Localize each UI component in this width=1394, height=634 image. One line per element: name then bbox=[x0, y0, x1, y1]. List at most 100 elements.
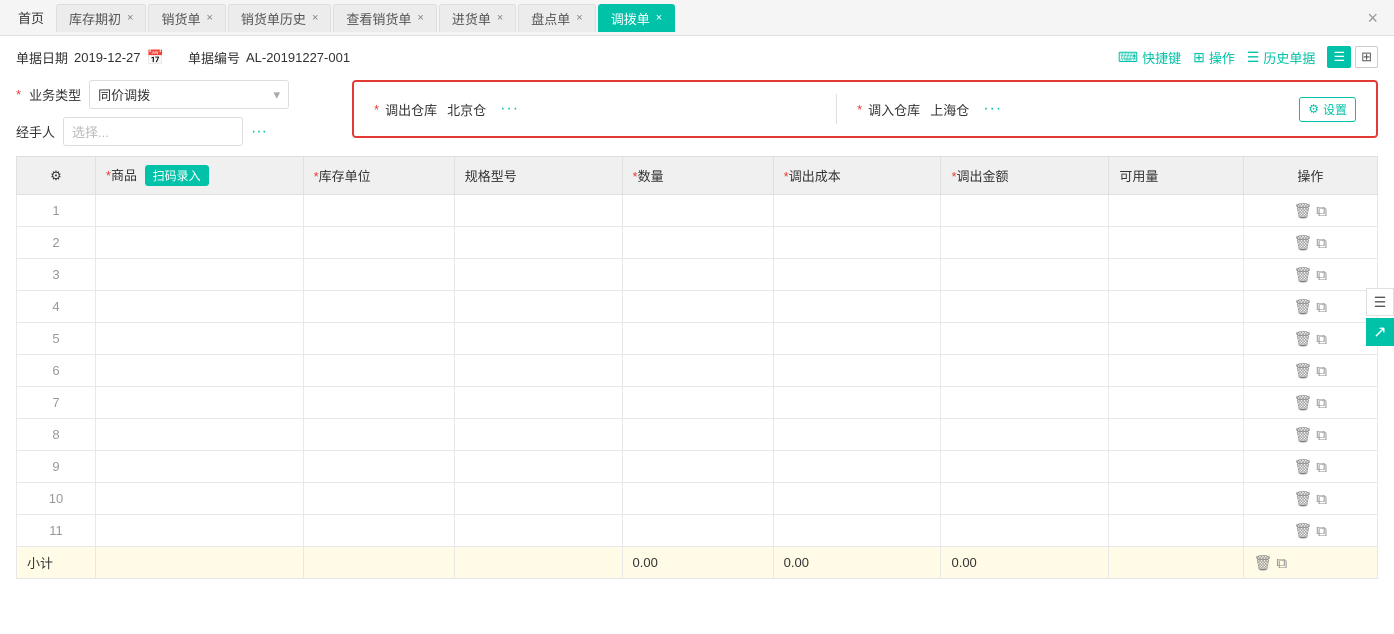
product-cell[interactable] bbox=[95, 419, 303, 451]
unit-cell[interactable] bbox=[303, 323, 454, 355]
unit-cell[interactable] bbox=[303, 195, 454, 227]
amount-cell[interactable] bbox=[941, 355, 1109, 387]
unit-cell[interactable] bbox=[303, 291, 454, 323]
biz-type-select[interactable]: 同价调拨 ▾ bbox=[89, 80, 289, 109]
copy-row-button[interactable]: ⧉ bbox=[1316, 395, 1327, 412]
list-view-button[interactable]: ☰ bbox=[1327, 46, 1351, 68]
close-tab-transfer-order[interactable]: × bbox=[656, 12, 662, 24]
amount-cell[interactable] bbox=[941, 483, 1109, 515]
close-tab-inventory-count[interactable]: × bbox=[576, 12, 582, 24]
qty-cell[interactable] bbox=[622, 515, 773, 547]
spec-cell[interactable] bbox=[454, 227, 622, 259]
unit-cell[interactable] bbox=[303, 355, 454, 387]
calendar-icon[interactable]: 📅 bbox=[147, 49, 164, 66]
spec-cell[interactable] bbox=[454, 387, 622, 419]
spec-cell[interactable] bbox=[454, 483, 622, 515]
cost-cell[interactable] bbox=[773, 355, 941, 387]
tab-sales-history[interactable]: 销货单历史 × bbox=[228, 4, 331, 32]
product-cell[interactable] bbox=[95, 355, 303, 387]
product-cell[interactable] bbox=[95, 195, 303, 227]
delete-row-button[interactable]: 🗑 bbox=[1294, 427, 1313, 444]
unit-cell[interactable] bbox=[303, 227, 454, 259]
product-cell[interactable] bbox=[95, 291, 303, 323]
cost-cell[interactable] bbox=[773, 323, 941, 355]
spec-cell[interactable] bbox=[454, 323, 622, 355]
spec-cell[interactable] bbox=[454, 355, 622, 387]
spec-cell[interactable] bbox=[454, 451, 622, 483]
amount-cell[interactable] bbox=[941, 227, 1109, 259]
cost-cell[interactable] bbox=[773, 259, 941, 291]
float-list-button[interactable]: ☰ bbox=[1366, 288, 1394, 316]
amount-cell[interactable] bbox=[941, 323, 1109, 355]
copy-row-button[interactable]: ⧉ bbox=[1316, 523, 1327, 540]
cost-cell[interactable] bbox=[773, 451, 941, 483]
copy-row-button[interactable]: ⧉ bbox=[1316, 491, 1327, 508]
copy-row-button[interactable]: ⧉ bbox=[1316, 235, 1327, 252]
amount-cell[interactable] bbox=[941, 259, 1109, 291]
amount-cell[interactable] bbox=[941, 419, 1109, 451]
amount-cell[interactable] bbox=[941, 387, 1109, 419]
history-button[interactable]: ☰ 历史单据 bbox=[1247, 48, 1316, 67]
tab-inventory-count[interactable]: 盘点单 × bbox=[518, 4, 595, 32]
product-cell[interactable] bbox=[95, 227, 303, 259]
unit-cell[interactable] bbox=[303, 451, 454, 483]
shortcut-button[interactable]: ⌨ 快捷键 bbox=[1118, 48, 1181, 67]
tab-view-sales[interactable]: 查看销货单 × bbox=[333, 4, 436, 32]
copy-row-button[interactable]: ⧉ bbox=[1316, 331, 1327, 348]
float-external-button[interactable]: ↗ bbox=[1366, 318, 1394, 346]
tab-inventory-init[interactable]: 库存期初 × bbox=[56, 4, 146, 32]
close-tab-view-sales[interactable]: × bbox=[417, 12, 423, 24]
product-cell[interactable] bbox=[95, 451, 303, 483]
spec-cell[interactable] bbox=[454, 195, 622, 227]
copy-row-button[interactable]: ⧉ bbox=[1316, 459, 1327, 476]
product-cell[interactable] bbox=[95, 387, 303, 419]
tab-purchase-order[interactable]: 进货单 × bbox=[439, 4, 516, 32]
delete-row-button[interactable]: 🗑 bbox=[1294, 459, 1313, 476]
subtotal-delete-button[interactable]: 🗑 bbox=[1254, 555, 1273, 572]
gear-icon[interactable]: ⚙ bbox=[50, 168, 62, 183]
tab-sales-order[interactable]: 销货单 × bbox=[148, 4, 225, 32]
product-cell[interactable] bbox=[95, 323, 303, 355]
qty-cell[interactable] bbox=[622, 483, 773, 515]
transfer-out-dots-button[interactable]: ··· bbox=[500, 100, 519, 118]
amount-cell[interactable] bbox=[941, 291, 1109, 323]
unit-cell[interactable] bbox=[303, 387, 454, 419]
unit-cell[interactable] bbox=[303, 483, 454, 515]
product-cell[interactable] bbox=[95, 483, 303, 515]
qty-cell[interactable] bbox=[622, 259, 773, 291]
close-tab-inventory-init[interactable]: × bbox=[127, 12, 133, 24]
cost-cell[interactable] bbox=[773, 483, 941, 515]
th-gear[interactable]: ⚙ bbox=[17, 157, 96, 195]
qty-cell[interactable] bbox=[622, 387, 773, 419]
copy-row-button[interactable]: ⧉ bbox=[1316, 203, 1327, 220]
delete-row-button[interactable]: 🗑 bbox=[1294, 331, 1313, 348]
cost-cell[interactable] bbox=[773, 227, 941, 259]
amount-cell[interactable] bbox=[941, 451, 1109, 483]
close-tab-purchase-order[interactable]: × bbox=[497, 12, 503, 24]
spec-cell[interactable] bbox=[454, 259, 622, 291]
delete-row-button[interactable]: 🗑 bbox=[1294, 395, 1313, 412]
subtotal-copy-button[interactable]: ⧉ bbox=[1276, 555, 1287, 572]
spec-cell[interactable] bbox=[454, 419, 622, 451]
close-window-button[interactable]: × bbox=[1367, 8, 1378, 29]
cost-cell[interactable] bbox=[773, 291, 941, 323]
cost-cell[interactable] bbox=[773, 195, 941, 227]
person-select[interactable]: 选择... bbox=[63, 117, 243, 146]
delete-row-button[interactable]: 🗑 bbox=[1294, 523, 1313, 540]
delete-row-button[interactable]: 🗑 bbox=[1294, 267, 1313, 284]
qty-cell[interactable] bbox=[622, 291, 773, 323]
qty-cell[interactable] bbox=[622, 419, 773, 451]
tab-home[interactable]: 首页 bbox=[8, 4, 54, 32]
product-cell[interactable] bbox=[95, 259, 303, 291]
unit-cell[interactable] bbox=[303, 515, 454, 547]
unit-cell[interactable] bbox=[303, 419, 454, 451]
copy-row-button[interactable]: ⧉ bbox=[1316, 363, 1327, 380]
cost-cell[interactable] bbox=[773, 419, 941, 451]
qty-cell[interactable] bbox=[622, 451, 773, 483]
close-tab-sales-order[interactable]: × bbox=[206, 12, 212, 24]
delete-row-button[interactable]: 🗑 bbox=[1294, 299, 1313, 316]
spec-cell[interactable] bbox=[454, 291, 622, 323]
settings-button[interactable]: ⚙ 设置 bbox=[1299, 97, 1356, 122]
delete-row-button[interactable]: 🗑 bbox=[1294, 491, 1313, 508]
delete-row-button[interactable]: 🗑 bbox=[1294, 363, 1313, 380]
